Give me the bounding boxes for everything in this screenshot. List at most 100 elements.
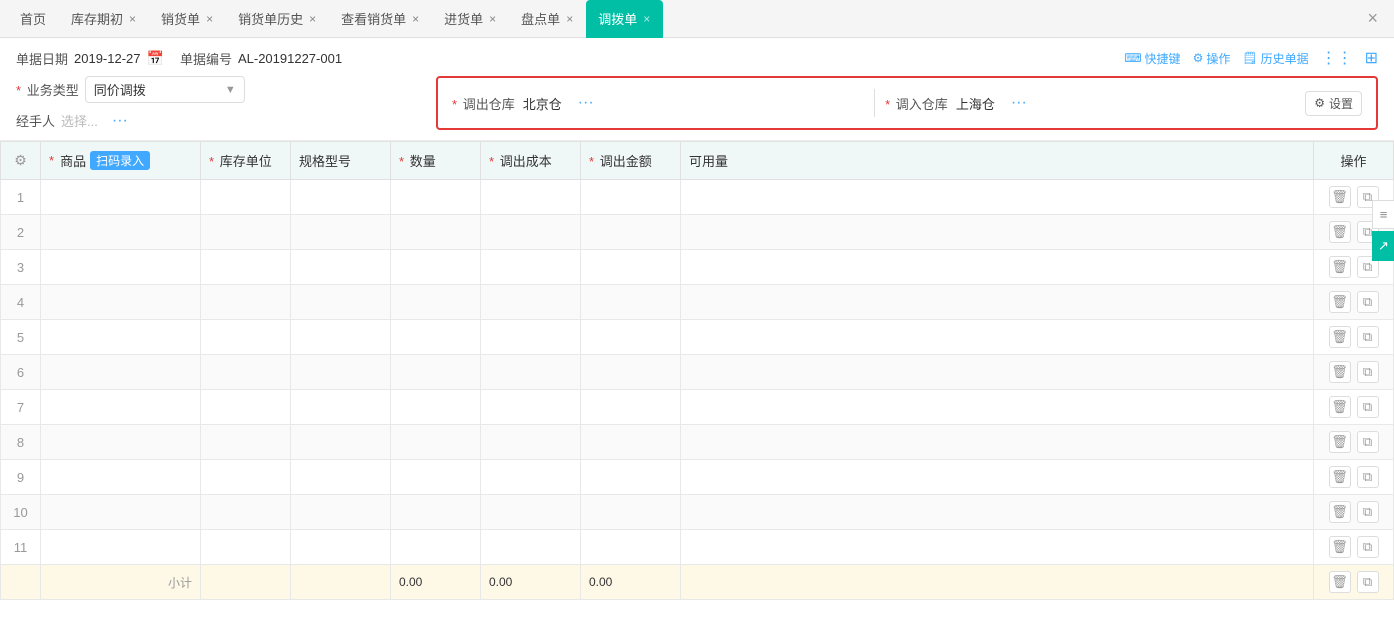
business-type-select[interactable]: 同价调拨 ▼ (85, 76, 245, 103)
row-spec-1 (291, 180, 391, 215)
tab-inventory-check-label: 盘点单 (521, 9, 560, 28)
row-quantity-7 (391, 390, 481, 425)
tab-inventory-check-close[interactable]: × (566, 12, 573, 26)
setting-button[interactable]: ⚙ 设置 (1305, 91, 1362, 116)
history-button[interactable]: 🗒 历史单据 (1242, 50, 1308, 67)
row-product-10[interactable] (41, 495, 201, 530)
tab-sales-history-label: 销货单历史 (238, 9, 303, 28)
side-export-button[interactable]: ↗ (1372, 231, 1394, 261)
meta-left: 单据日期 2019-12-27 📅 单据编号 AL-20191227-001 (16, 49, 342, 68)
delete-row-button[interactable]: 🗑 (1329, 536, 1351, 558)
tab-sales-order[interactable]: 销货单 × (149, 0, 226, 38)
row-cost-6 (481, 355, 581, 390)
tab-transfer-order-label: 调拨单 (598, 9, 637, 28)
copy-row-button[interactable]: ⧉ (1357, 501, 1379, 523)
operations-icon: ⚙ (1193, 51, 1204, 65)
row-product-9[interactable] (41, 460, 201, 495)
copy-row-button[interactable]: ⧉ (1357, 536, 1379, 558)
row-num-6: 6 (1, 355, 41, 390)
row-amount-4 (581, 285, 681, 320)
handler-more-icon[interactable]: ··· (112, 112, 128, 130)
tab-transfer-order[interactable]: 调拨单 × (586, 0, 663, 38)
table-row: 2 🗑 ⧉ (1, 215, 1394, 250)
business-type-star: * (16, 83, 21, 98)
transfer-out-more-icon[interactable]: ··· (578, 94, 594, 112)
delete-row-button[interactable]: 🗑 (1329, 396, 1351, 418)
table-header-row: ⚙ * 商品 扫码录入 * 库存单位 规格型号 (1, 142, 1394, 180)
row-product-7[interactable] (41, 390, 201, 425)
tab-view-sales[interactable]: 查看销货单 × (329, 0, 432, 38)
th-settings: ⚙ (1, 142, 41, 180)
table-row: 5 🗑 ⧉ (1, 320, 1394, 355)
delete-row-button[interactable]: 🗑 (1329, 291, 1351, 313)
tab-inventory-check[interactable]: 盘点单 × (509, 0, 586, 38)
tab-view-sales-close[interactable]: × (412, 12, 419, 26)
th-available: 可用量 (681, 142, 1314, 180)
row-product-1[interactable] (41, 180, 201, 215)
subtotal-copy-button[interactable]: ⧉ (1357, 571, 1379, 593)
tab-sales-order-close[interactable]: × (206, 12, 213, 26)
row-op-8: 🗑 ⧉ (1314, 425, 1394, 460)
row-product-4[interactable] (41, 285, 201, 320)
tab-sales-history[interactable]: 销货单历史 × (226, 0, 329, 38)
delete-row-button[interactable]: 🗑 (1329, 431, 1351, 453)
scan-entry-button[interactable]: 扫码录入 (90, 151, 150, 170)
row-product-5[interactable] (41, 320, 201, 355)
tab-sales-history-close[interactable]: × (309, 12, 316, 26)
row-product-8[interactable] (41, 425, 201, 460)
business-type-value: 同价调拨 (94, 80, 146, 99)
table-row: 3 🗑 ⧉ (1, 250, 1394, 285)
toolbar-layout-icon[interactable]: ⋮⋮ (1321, 48, 1353, 68)
transfer-in-more-icon[interactable]: ··· (1011, 94, 1027, 112)
window-close-button[interactable]: × (1359, 8, 1386, 29)
copy-row-button[interactable]: ⧉ (1357, 326, 1379, 348)
handler-input[interactable]: 选择... (61, 111, 98, 130)
subtotal-label: 小计 (41, 565, 201, 600)
row-available-11 (681, 530, 1314, 565)
delete-row-button[interactable]: 🗑 (1329, 466, 1351, 488)
row-spec-8 (291, 425, 391, 460)
table-settings-icon[interactable]: ⚙ (14, 152, 27, 168)
row-product-2[interactable] (41, 215, 201, 250)
tab-purchase-order-close[interactable]: × (489, 12, 496, 26)
tab-inventory-init-close[interactable]: × (129, 12, 136, 26)
transfer-in-group: * 调入仓库 上海仓 ··· (885, 94, 1297, 113)
row-num-7: 7 (1, 390, 41, 425)
delete-row-button[interactable]: 🗑 (1329, 326, 1351, 348)
delete-row-button[interactable]: 🗑 (1329, 221, 1351, 243)
delete-row-button[interactable]: 🗑 (1329, 256, 1351, 278)
copy-row-button[interactable]: ⧉ (1357, 431, 1379, 453)
shortcut-button[interactable]: ⌨ 快捷键 (1124, 50, 1180, 67)
calendar-icon[interactable]: 📅 (147, 50, 164, 67)
copy-row-button[interactable]: ⧉ (1357, 396, 1379, 418)
operations-button[interactable]: ⚙ 操作 (1193, 50, 1231, 67)
subtotal-delete-button[interactable]: 🗑 (1329, 571, 1351, 593)
row-spec-11 (291, 530, 391, 565)
table-row: 10 🗑 ⧉ (1, 495, 1394, 530)
copy-row-button[interactable]: ⧉ (1357, 466, 1379, 488)
row-op-9: 🗑 ⧉ (1314, 460, 1394, 495)
doc-date-label: 单据日期 (16, 49, 68, 68)
row-spec-2 (291, 215, 391, 250)
row-available-3 (681, 250, 1314, 285)
table-row: 1 🗑 ⧉ (1, 180, 1394, 215)
toolbar-grid-icon[interactable]: ⊞ (1365, 48, 1378, 68)
dropdown-arrow-icon: ▼ (225, 84, 236, 96)
copy-row-button[interactable]: ⧉ (1357, 361, 1379, 383)
tab-home[interactable]: 首页 (8, 0, 59, 38)
delete-row-button[interactable]: 🗑 (1329, 186, 1351, 208)
side-float-panel: ≡ ↗ (1372, 200, 1394, 261)
delete-row-button[interactable]: 🗑 (1329, 501, 1351, 523)
delete-row-button[interactable]: 🗑 (1329, 361, 1351, 383)
tab-inventory-init[interactable]: 库存期初 × (59, 0, 149, 38)
side-list-button[interactable]: ≡ (1372, 200, 1394, 229)
row-product-6[interactable] (41, 355, 201, 390)
row-cost-8 (481, 425, 581, 460)
row-amount-8 (581, 425, 681, 460)
tab-purchase-order[interactable]: 进货单 × (432, 0, 509, 38)
row-available-6 (681, 355, 1314, 390)
copy-row-button[interactable]: ⧉ (1357, 291, 1379, 313)
row-product-11[interactable] (41, 530, 201, 565)
tab-transfer-order-close[interactable]: × (643, 12, 650, 26)
row-product-3[interactable] (41, 250, 201, 285)
